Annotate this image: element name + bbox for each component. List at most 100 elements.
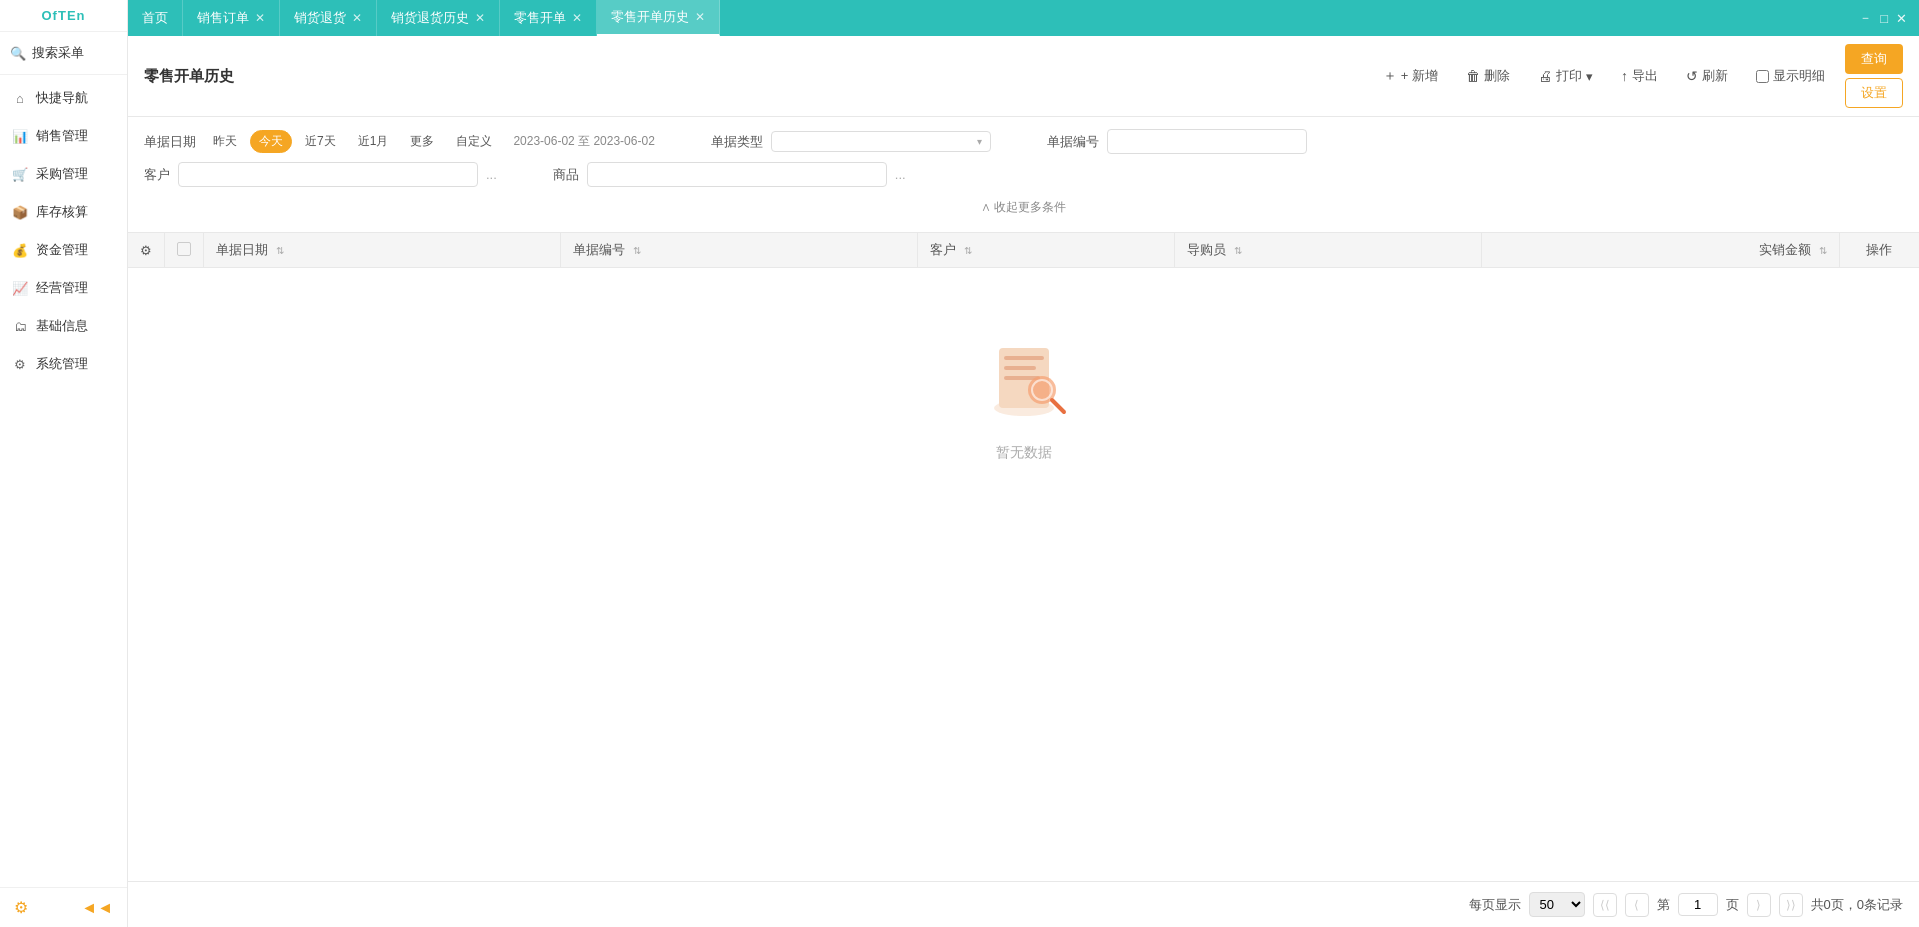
th-checkbox[interactable] [165, 233, 204, 268]
box-icon: 📦 [12, 204, 28, 220]
window-close-icon[interactable]: ✕ [1896, 11, 1907, 26]
page-number-input[interactable] [1678, 893, 1718, 916]
sidebar-item-purchase-mgmt[interactable]: 🛒 采购管理 [0, 155, 127, 193]
query-button[interactable]: 查询 [1845, 44, 1903, 74]
tab-sales-order[interactable]: 销售订单 ✕ [183, 0, 280, 36]
tab-sales-return-history[interactable]: 销货退货历史 ✕ [377, 0, 500, 36]
tab-retail-open-history-label: 零售开单历史 [611, 8, 689, 26]
ops-icon: 📈 [12, 280, 28, 296]
table-container: ⚙ 单据日期 ⇅ 单据编号 ⇅ [128, 233, 1919, 881]
sidebar-item-system[interactable]: ⚙ 系统管理 [0, 345, 127, 383]
date-btn-custom[interactable]: 自定义 [447, 130, 501, 153]
add-button[interactable]: ＋ + 新增 [1375, 63, 1446, 89]
display-detail-toggle[interactable]: 显示明细 [1748, 63, 1833, 89]
close-sales-return-history-icon[interactable]: ✕ [475, 11, 485, 25]
th-guide[interactable]: 导购员 ⇅ [1175, 233, 1482, 268]
th-date[interactable]: 单据日期 ⇅ [204, 233, 561, 268]
refresh-label: 刷新 [1702, 67, 1728, 85]
th-date-label: 单据日期 [216, 242, 268, 257]
sort-date-icon: ⇅ [276, 245, 284, 256]
sidebar-item-operations[interactable]: 📈 经营管理 [0, 269, 127, 307]
product-select-icon[interactable]: ... [895, 167, 906, 182]
date-btn-yesterday[interactable]: 昨天 [204, 130, 246, 153]
data-table: ⚙ 单据日期 ⇅ 单据编号 ⇅ [128, 233, 1919, 268]
close-retail-open-icon[interactable]: ✕ [572, 11, 582, 25]
first-page-btn[interactable]: ⟨⟨ [1593, 893, 1617, 917]
close-sales-order-icon[interactable]: ✕ [255, 11, 265, 25]
export-button[interactable]: ↑ 导出 [1613, 63, 1666, 89]
per-page-label: 每页显示 [1469, 896, 1521, 914]
close-retail-open-history-icon[interactable]: ✕ [695, 10, 705, 24]
sidebar-search[interactable]: 🔍 搜索采单 [0, 32, 127, 75]
cart-icon: 🛒 [12, 166, 28, 182]
customer-input[interactable] [178, 162, 478, 187]
gear-icon[interactable]: ⚙ [14, 898, 28, 917]
delete-button[interactable]: 🗑 删除 [1458, 63, 1518, 89]
window-maximize-icon[interactable]: □ [1880, 11, 1888, 26]
close-sales-return-icon[interactable]: ✕ [352, 11, 362, 25]
th-actions: 操作 [1839, 233, 1919, 268]
sidebar-item-label: 快捷导航 [36, 89, 88, 107]
sidebar-item-quick-nav[interactable]: ⌂ 快捷导航 [0, 79, 127, 117]
th-amount-label: 实销金额 [1759, 242, 1811, 257]
page-title: 零售开单历史 [144, 67, 234, 86]
collapse-up-icon: ∧ [981, 200, 991, 214]
delete-icon: 🗑 [1466, 68, 1480, 84]
next-page-btn[interactable]: ⟩ [1747, 893, 1771, 917]
sidebar-item-label: 库存核算 [36, 203, 88, 221]
sidebar-item-sales-mgmt[interactable]: 📊 销售管理 [0, 117, 127, 155]
tab-sales-return[interactable]: 销货退货 ✕ [280, 0, 377, 36]
sort-amount-icon: ⇅ [1819, 245, 1827, 256]
tab-retail-open[interactable]: 零售开单 ✕ [500, 0, 597, 36]
collapse-filter-label: 收起更多条件 [994, 200, 1066, 214]
tab-home[interactable]: 首页 [128, 0, 183, 36]
chart-icon: 📊 [12, 128, 28, 144]
sidebar-item-basic-info[interactable]: 🗂 基础信息 [0, 307, 127, 345]
th-number-label: 单据编号 [573, 242, 625, 257]
top-nav-right: － □ ✕ [1859, 0, 1919, 36]
customer-select-icon[interactable]: ... [486, 167, 497, 182]
sidebar-item-finance[interactable]: 💰 资金管理 [0, 231, 127, 269]
number-input[interactable] [1107, 129, 1307, 154]
date-btn-more[interactable]: 更多 [401, 130, 443, 153]
print-button[interactable]: 🖨 打印 ▾ [1530, 63, 1601, 89]
date-btn-today[interactable]: 今天 [250, 130, 292, 153]
prev-page-btn[interactable]: ⟨ [1625, 893, 1649, 917]
last-page-btn[interactable]: ⟩⟩ [1779, 893, 1803, 917]
date-filter: 单据日期 昨天 今天 近7天 近1月 更多 自定义 2023-06-02 至 2… [144, 130, 655, 153]
sidebar-item-label: 经营管理 [36, 279, 88, 297]
sidebar-item-inventory[interactable]: 📦 库存核算 [0, 193, 127, 231]
sidebar: OfTEn 🔍 搜索采单 ⌂ 快捷导航 📊 销售管理 🛒 采购管理 📦 库存核算… [0, 0, 128, 927]
sort-number-icon: ⇅ [633, 245, 641, 256]
settings-button[interactable]: 设置 [1845, 78, 1903, 108]
th-customer[interactable]: 客户 ⇅ [918, 233, 1175, 268]
sidebar-item-label: 资金管理 [36, 241, 88, 259]
type-select[interactable]: ▾ [771, 131, 991, 152]
product-input[interactable] [587, 162, 887, 187]
th-gear[interactable]: ⚙ [128, 233, 165, 268]
add-icon: ＋ [1383, 67, 1397, 85]
date-filter-label: 单据日期 [144, 133, 196, 151]
collapse-sidebar-icon[interactable]: ◄◄ [81, 899, 113, 917]
tab-retail-open-history[interactable]: 零售开单历史 ✕ [597, 0, 720, 36]
window-minimize-icon[interactable]: － [1859, 9, 1872, 27]
collapse-filter-bar[interactable]: ∧ 收起更多条件 [144, 195, 1903, 220]
th-number[interactable]: 单据编号 ⇅ [561, 233, 918, 268]
display-detail-checkbox[interactable] [1756, 70, 1769, 83]
type-filter: 单据类型 ▾ [711, 131, 991, 152]
sort-guide-icon: ⇅ [1234, 245, 1242, 256]
tab-sales-return-label: 销货退货 [294, 9, 346, 27]
gear-icon: ⚙ [140, 243, 152, 258]
display-detail-label: 显示明细 [1773, 67, 1825, 85]
per-page-select[interactable]: 50 100 200 [1529, 892, 1585, 917]
refresh-button[interactable]: ↺ 刷新 [1678, 63, 1736, 89]
print-label: 打印 [1556, 67, 1582, 85]
search-icon: 🔍 [10, 46, 26, 61]
date-btn-last7[interactable]: 近7天 [296, 130, 345, 153]
toolbar: 零售开单历史 ＋ + 新增 🗑 删除 🖨 打印 ▾ ↑ 导出 ↺ 刷新 [128, 36, 1919, 117]
sidebar-item-label: 系统管理 [36, 355, 88, 373]
select-all-checkbox[interactable] [177, 242, 191, 256]
date-btn-last1month[interactable]: 近1月 [349, 130, 398, 153]
customer-filter-label: 客户 [144, 166, 170, 184]
th-amount[interactable]: 实销金额 ⇅ [1482, 233, 1839, 268]
